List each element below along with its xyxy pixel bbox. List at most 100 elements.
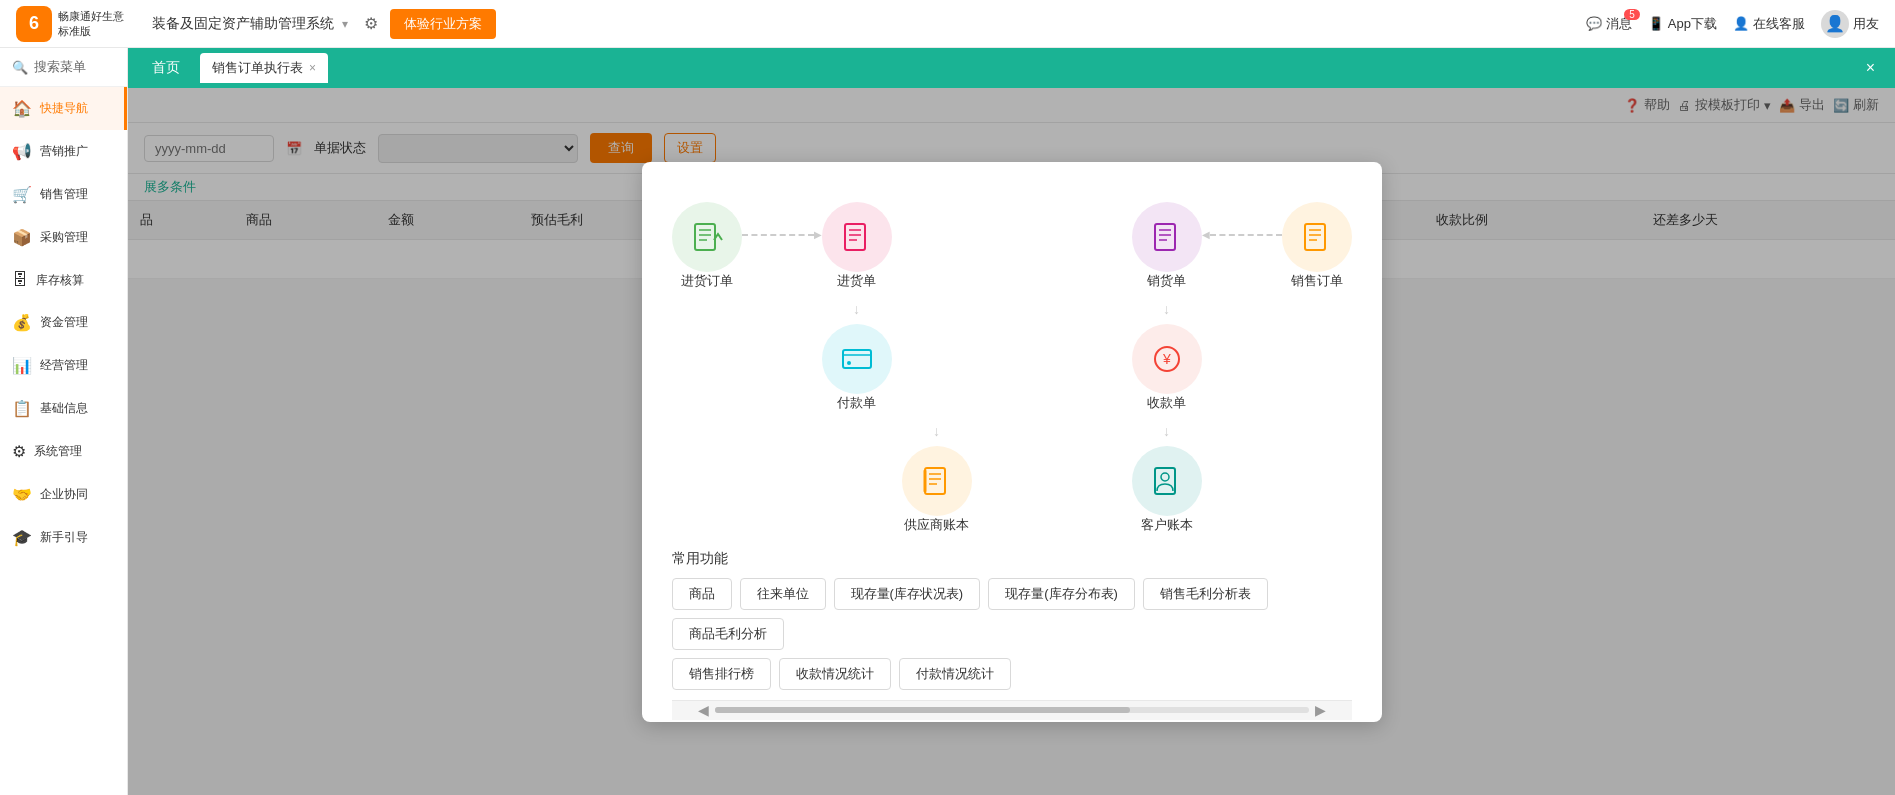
- sidebar-item-quick-nav[interactable]: 🏠 快捷导航: [0, 87, 127, 130]
- settings-icon[interactable]: ⚙: [364, 14, 378, 33]
- scroll-bar: ◀ ▶: [672, 700, 1352, 720]
- try-button[interactable]: 体验行业方案: [390, 9, 496, 39]
- sales-bill-node[interactable]: 销货单: [1132, 202, 1202, 290]
- system-icon: ⚙: [12, 442, 26, 461]
- sidebar-item-sales[interactable]: 🛒 销售管理: [0, 173, 127, 216]
- receipt-bill-icon: ¥: [1132, 324, 1202, 394]
- dropdown-icon[interactable]: ▾: [342, 17, 348, 31]
- message-badge: 5: [1624, 9, 1640, 20]
- sidebar-item-finance[interactable]: 💰 资金管理: [0, 301, 127, 344]
- svg-rect-22: [923, 470, 927, 492]
- sidebar-item-enterprise[interactable]: 🤝 企业协同: [0, 473, 127, 516]
- message-icon: 💬: [1586, 16, 1602, 31]
- user-area[interactable]: 👤 用友: [1821, 10, 1879, 38]
- sidebar-label-enterprise: 企业协同: [40, 486, 88, 503]
- sidebar-label-system: 系统管理: [34, 443, 82, 460]
- sidebar-item-operations[interactable]: 📊 经营管理: [0, 344, 127, 387]
- svg-rect-21: [925, 468, 945, 494]
- func-btn-product[interactable]: 商品: [672, 578, 732, 610]
- sales-order-label: 销售订单: [1291, 272, 1343, 290]
- receipt-bill-node[interactable]: ¥ 收款单: [1132, 324, 1202, 412]
- search-menu-item[interactable]: 🔍 搜索菜单: [0, 48, 127, 87]
- download-icon: 📱: [1648, 16, 1664, 31]
- svg-rect-16: [843, 350, 871, 368]
- tab-sales-label: 销售订单执行表: [212, 59, 303, 77]
- supplier-ledger-node[interactable]: 供应商账本: [902, 446, 972, 534]
- marketing-icon: 📢: [12, 142, 32, 161]
- newbie-icon: 🎓: [12, 528, 32, 547]
- sidebar-item-inventory[interactable]: 🗄 库存核算: [0, 259, 127, 301]
- window-close-icon[interactable]: ×: [1854, 59, 1887, 77]
- avatar: 👤: [1821, 10, 1849, 38]
- basic-info-icon: 📋: [12, 399, 32, 418]
- sidebar-item-system[interactable]: ⚙ 系统管理: [0, 430, 127, 473]
- down-arrow-payment: ↓: [902, 420, 972, 442]
- func-btn-stock-status[interactable]: 现存量(库存状况表): [834, 578, 981, 610]
- sidebar-label-finance: 资金管理: [40, 314, 88, 331]
- sales-order-node[interactable]: 销售订单: [1282, 202, 1352, 290]
- svg-point-27: [1161, 473, 1169, 481]
- online-service-button[interactable]: 👤 在线客服: [1733, 15, 1805, 33]
- payment-bill-icon: [822, 324, 892, 394]
- sidebar-label-newbie: 新手引导: [40, 529, 88, 546]
- tab-close-icon[interactable]: ×: [309, 61, 316, 75]
- func-btn-sales-profit[interactable]: 销售毛利分析表: [1143, 578, 1268, 610]
- down-arrow-purchase: ↓: [822, 298, 892, 320]
- common-func-title: 常用功能: [672, 550, 1352, 568]
- popup-content: 进货订单 ▶: [642, 162, 1382, 722]
- sidebar-item-basic-info[interactable]: 📋 基础信息: [0, 387, 127, 430]
- purchase-order-icon: [672, 202, 742, 272]
- sidebar-item-marketing[interactable]: 📢 营销推广: [0, 130, 127, 173]
- svg-rect-4: [845, 224, 865, 250]
- tab-bar: 首页 销售订单执行表 × ×: [128, 48, 1895, 88]
- scroll-right-arrow[interactable]: ▶: [1309, 702, 1332, 718]
- func-btn-payment-stats[interactable]: 付款情况统计: [899, 658, 1011, 690]
- system-name: 装备及固定资产辅助管理系统: [152, 15, 334, 33]
- logo-area: 6 畅康通好生意 标准版: [16, 6, 144, 42]
- sidebar-label-sales: 销售管理: [40, 186, 88, 203]
- func-btn-partner[interactable]: 往来单位: [740, 578, 826, 610]
- purchase-order-node[interactable]: 进货订单: [672, 202, 742, 290]
- purchase-bill-label: 进货单: [837, 272, 876, 290]
- enterprise-icon: 🤝: [12, 485, 32, 504]
- svg-rect-12: [1305, 224, 1325, 250]
- search-menu-label: 搜索菜单: [34, 58, 86, 76]
- scroll-track[interactable]: [715, 707, 1309, 713]
- func-btn-product-profit[interactable]: 商品毛利分析: [672, 618, 784, 650]
- logo-line1: 畅康通好生意: [58, 9, 124, 23]
- popup-overlay[interactable]: 进货订单 ▶: [128, 88, 1895, 795]
- svg-rect-0: [695, 224, 715, 250]
- customer-ledger-icon: [1132, 446, 1202, 516]
- supplier-ledger-label: 供应商账本: [904, 516, 969, 534]
- func-btn-sales-rank[interactable]: 销售排行榜: [672, 658, 771, 690]
- scroll-left-arrow[interactable]: ◀: [692, 702, 715, 718]
- sidebar-label-inventory: 库存核算: [36, 272, 84, 289]
- scroll-thumb[interactable]: [715, 707, 1131, 713]
- app-download-button[interactable]: 📱 App下载: [1648, 15, 1717, 33]
- svg-text:¥: ¥: [1162, 351, 1171, 367]
- tab-home[interactable]: 首页: [136, 51, 196, 85]
- service-icon: 👤: [1733, 16, 1749, 31]
- down-arrow-receipt: ↓: [1132, 420, 1202, 442]
- purchase-bill-node[interactable]: 进货单: [822, 202, 892, 290]
- home-icon: 🏠: [12, 99, 32, 118]
- payment-bill-label: 付款单: [837, 394, 876, 412]
- message-button[interactable]: 💬 消息 5: [1586, 15, 1632, 33]
- tab-sales-order[interactable]: 销售订单执行表 ×: [200, 53, 328, 83]
- inventory-icon: 🗄: [12, 271, 28, 289]
- func-btn-receipt-stats[interactable]: 收款情况统计: [779, 658, 891, 690]
- sidebar-label-basic-info: 基础信息: [40, 400, 88, 417]
- payment-bill-node[interactable]: 付款单: [822, 324, 892, 412]
- func-btn-stock-dist[interactable]: 现存量(库存分布表): [988, 578, 1135, 610]
- sidebar-label-operations: 经营管理: [40, 357, 88, 374]
- app-download-label: App下载: [1668, 15, 1717, 33]
- sidebar-label-quick-nav: 快捷导航: [40, 100, 88, 117]
- sales-bill-icon: [1132, 202, 1202, 272]
- receipt-bill-label: 收款单: [1147, 394, 1186, 412]
- sidebar-item-purchase[interactable]: 📦 采购管理: [0, 216, 127, 259]
- customer-ledger-node[interactable]: 客户账本: [1132, 446, 1202, 534]
- supplier-ledger-icon: [902, 446, 972, 516]
- sidebar-label-purchase: 采购管理: [40, 229, 88, 246]
- down-arrow-sales: ↓: [1132, 298, 1202, 320]
- sidebar-item-newbie[interactable]: 🎓 新手引导: [0, 516, 127, 559]
